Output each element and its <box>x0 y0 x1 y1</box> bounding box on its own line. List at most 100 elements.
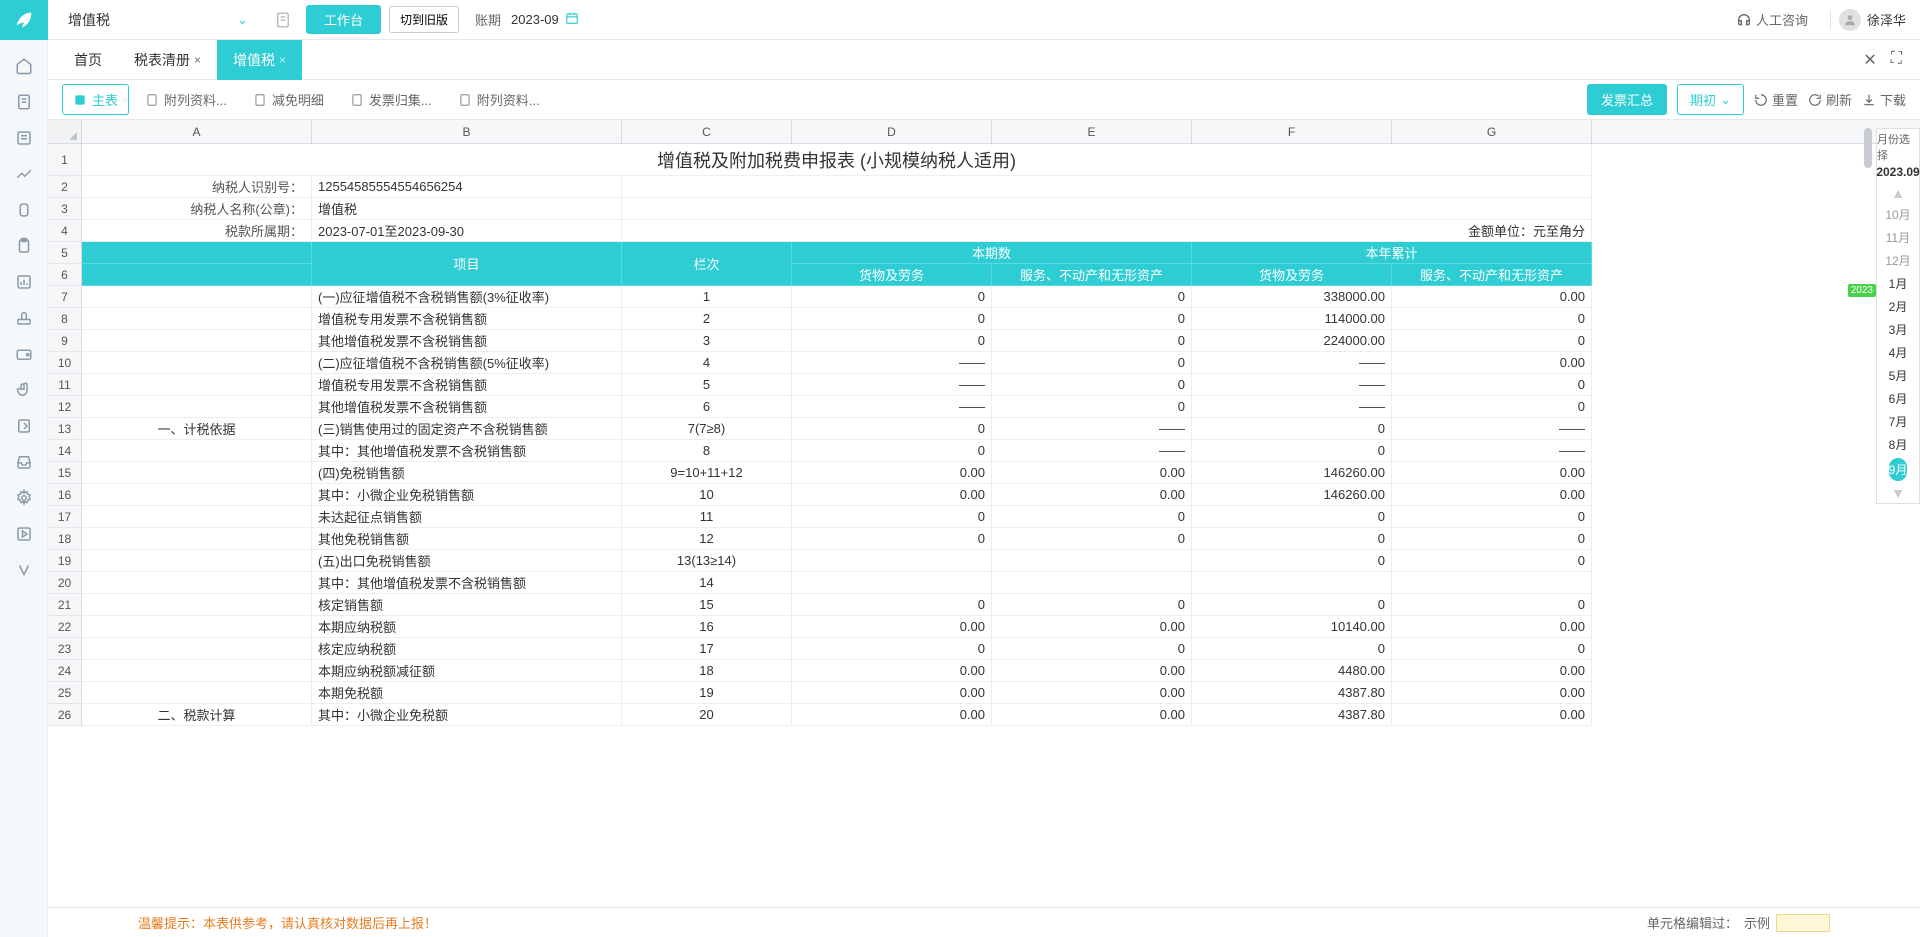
cell[interactable] <box>82 550 312 572</box>
cell[interactable]: 12 <box>622 528 792 550</box>
close-all-icon[interactable]: ✕ <box>1863 50 1876 70</box>
cell[interactable] <box>82 572 312 594</box>
row-header[interactable]: 14 <box>48 440 82 462</box>
cell[interactable]: 0 <box>1392 594 1592 616</box>
cell[interactable]: 0 <box>992 638 1192 660</box>
close-icon[interactable]: × <box>194 53 201 67</box>
cell[interactable] <box>82 440 312 462</box>
cell[interactable]: 本期免税额 <box>312 682 622 704</box>
cell[interactable]: 4480.00 <box>1192 660 1392 682</box>
cell[interactable]: 0 <box>992 330 1192 352</box>
cell[interactable]: (五)出口免税销售额 <box>312 550 622 572</box>
sidebar-play[interactable] <box>0 516 48 552</box>
cell[interactable]: 其中：其他增值税发票不含税销售额 <box>312 440 622 462</box>
cell[interactable]: 增值税专用发票不含税销售额 <box>312 374 622 396</box>
cell[interactable]: 本期应纳税额减征额 <box>312 660 622 682</box>
row-header[interactable]: 19 <box>48 550 82 572</box>
cell[interactable]: —— <box>992 418 1192 440</box>
month-option[interactable]: 7月 <box>1883 410 1914 433</box>
cell[interactable]: —— <box>792 374 992 396</box>
cell[interactable]: 6 <box>622 396 792 418</box>
month-option[interactable]: 3月 <box>1883 318 1914 341</box>
cell[interactable]: 12554585554554656254 <box>312 176 622 198</box>
row-header[interactable]: 15 <box>48 462 82 484</box>
cell[interactable] <box>992 550 1192 572</box>
row-header[interactable]: 11 <box>48 374 82 396</box>
cell[interactable]: 13(13≥14) <box>622 550 792 572</box>
cell[interactable] <box>82 374 312 396</box>
month-option[interactable]: 10月 <box>1883 203 1914 226</box>
cell[interactable]: 7(7≥8) <box>622 418 792 440</box>
cell[interactable] <box>82 528 312 550</box>
cell[interactable]: 5 <box>622 374 792 396</box>
cell[interactable] <box>82 396 312 418</box>
cell[interactable]: 3 <box>622 330 792 352</box>
row-header[interactable]: 12 <box>48 396 82 418</box>
row-header[interactable]: 21 <box>48 594 82 616</box>
cell[interactable]: 0.00 <box>992 704 1192 726</box>
cell[interactable]: —— <box>1192 352 1392 374</box>
row-header[interactable]: 1 <box>48 144 82 176</box>
cell[interactable]: 0 <box>792 638 992 660</box>
cell[interactable]: 0 <box>1392 374 1592 396</box>
cell[interactable] <box>992 572 1192 594</box>
cell[interactable]: —— <box>1392 418 1592 440</box>
row-header[interactable]: 8 <box>48 308 82 330</box>
cell[interactable]: 增值税及附加税费申报表 (小规模纳税人适用) <box>82 144 1592 176</box>
period-value[interactable]: 2023-09 <box>511 12 559 27</box>
workbench-button[interactable]: 工作台 <box>306 5 381 34</box>
cell[interactable]: 0 <box>1192 418 1392 440</box>
cell[interactable]: 0.00 <box>1392 352 1592 374</box>
cell[interactable]: 0 <box>1192 506 1392 528</box>
cell[interactable]: 0 <box>792 506 992 528</box>
cell[interactable]: 0.00 <box>792 704 992 726</box>
sheet-body[interactable]: 1增值税及附加税费申报表 (小规模纳税人适用)2纳税人识别号：125545855… <box>48 144 1920 907</box>
cell[interactable] <box>82 462 312 484</box>
cell[interactable]: 0 <box>1192 440 1392 462</box>
cell[interactable]: 0 <box>1192 550 1392 572</box>
col-header-C[interactable]: C <box>622 120 792 143</box>
month-option[interactable]: 8月 <box>1883 433 1914 456</box>
cell[interactable]: 4387.80 <box>1192 682 1392 704</box>
cell[interactable]: 14 <box>622 572 792 594</box>
month-option[interactable]: 12月 <box>1883 249 1914 272</box>
row-header[interactable]: 2 <box>48 176 82 198</box>
subtab-exempt[interactable]: 减免明细 <box>243 85 334 114</box>
row-header[interactable]: 7 <box>48 286 82 308</box>
tab-tax-list[interactable]: 税表清册× <box>118 40 217 80</box>
cell[interactable]: 10 <box>622 484 792 506</box>
calendar-icon[interactable] <box>565 11 579 28</box>
cell[interactable] <box>1192 572 1392 594</box>
month-option[interactable]: 4月 <box>1883 341 1914 364</box>
cell[interactable]: 9=10+11+12 <box>622 462 792 484</box>
vertical-scrollbar[interactable] <box>1864 128 1872 688</box>
cell[interactable] <box>82 594 312 616</box>
cell[interactable]: 核定销售额 <box>312 594 622 616</box>
cell[interactable]: (二)应征增值税不含税销售额(5%征收率) <box>312 352 622 374</box>
switch-oldver-button[interactable]: 切到旧版 <box>389 6 459 33</box>
month-option[interactable]: 11月 <box>1883 226 1914 249</box>
cell[interactable]: 0 <box>792 440 992 462</box>
cell[interactable]: 0 <box>1192 528 1392 550</box>
period-init-button[interactable]: 期初⌄ <box>1677 84 1744 115</box>
cell[interactable]: 0 <box>992 286 1192 308</box>
reset-button[interactable]: 重置 <box>1754 90 1798 109</box>
sidebar-settings[interactable] <box>0 480 48 516</box>
row-header[interactable]: 10 <box>48 352 82 374</box>
cell[interactable]: 0 <box>792 418 992 440</box>
cell[interactable]: —— <box>1192 396 1392 418</box>
app-logo[interactable] <box>0 0 48 40</box>
cell[interactable]: (四)免税销售额 <box>312 462 622 484</box>
cell[interactable] <box>622 176 1592 198</box>
subtab-invoice-collect[interactable]: 发票归集... <box>340 85 442 114</box>
cell[interactable]: 0.00 <box>1392 286 1592 308</box>
row-header[interactable]: 23 <box>48 638 82 660</box>
cell[interactable]: 8 <box>622 440 792 462</box>
month-option[interactable]: 6月 <box>1883 387 1914 410</box>
cell[interactable]: 本期应纳税额 <box>312 616 622 638</box>
sidebar-list[interactable] <box>0 120 48 156</box>
cell[interactable] <box>82 682 312 704</box>
cell[interactable]: 4387.80 <box>1192 704 1392 726</box>
sidebar-money[interactable] <box>0 192 48 228</box>
cell[interactable]: 0 <box>792 594 992 616</box>
